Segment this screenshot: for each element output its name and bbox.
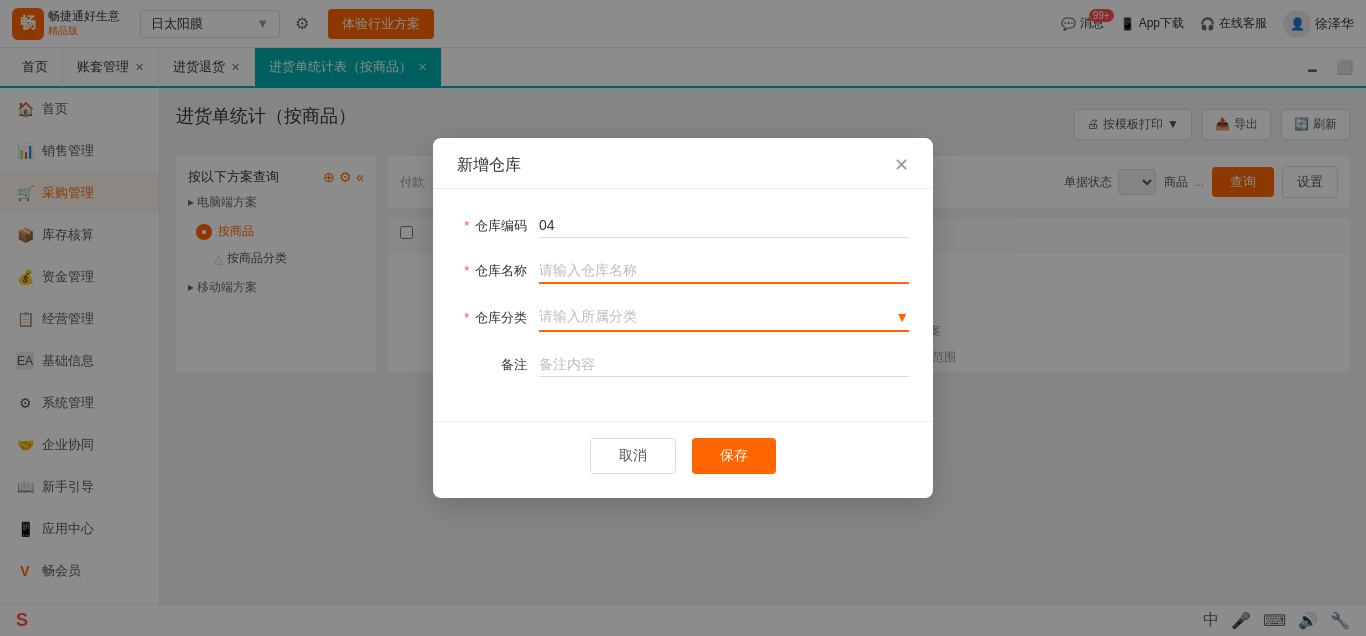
name-input[interactable]	[539, 258, 909, 284]
add-warehouse-dialog: 新增仓库 ✕ * 仓库编码 * 仓库名称 * 仓库分类 请输入	[433, 138, 933, 498]
form-row-category: * 仓库分类 请输入所属分类 ▼	[457, 304, 909, 332]
cancel-button[interactable]: 取消	[590, 438, 676, 474]
dialog-title: 新增仓库	[457, 155, 521, 176]
code-label: * 仓库编码	[457, 217, 527, 235]
category-placeholder: 请输入所属分类	[539, 308, 637, 326]
code-input[interactable]	[539, 213, 909, 238]
form-row-name: * 仓库名称	[457, 258, 909, 284]
note-input[interactable]	[539, 352, 909, 377]
form-row-code: * 仓库编码	[457, 213, 909, 238]
note-label: 备注	[457, 356, 527, 374]
name-label: * 仓库名称	[457, 262, 527, 280]
dialog-footer: 取消 保存	[433, 421, 933, 498]
dialog-header: 新增仓库 ✕	[433, 138, 933, 189]
category-select[interactable]: 请输入所属分类 ▼	[539, 304, 909, 332]
dialog-close-icon[interactable]: ✕	[894, 154, 909, 176]
category-label: * 仓库分类	[457, 309, 527, 327]
form-row-note: 备注	[457, 352, 909, 377]
category-arrow-icon: ▼	[895, 309, 909, 325]
save-button[interactable]: 保存	[692, 438, 776, 474]
dialog-body: * 仓库编码 * 仓库名称 * 仓库分类 请输入所属分类 ▼	[433, 189, 933, 421]
